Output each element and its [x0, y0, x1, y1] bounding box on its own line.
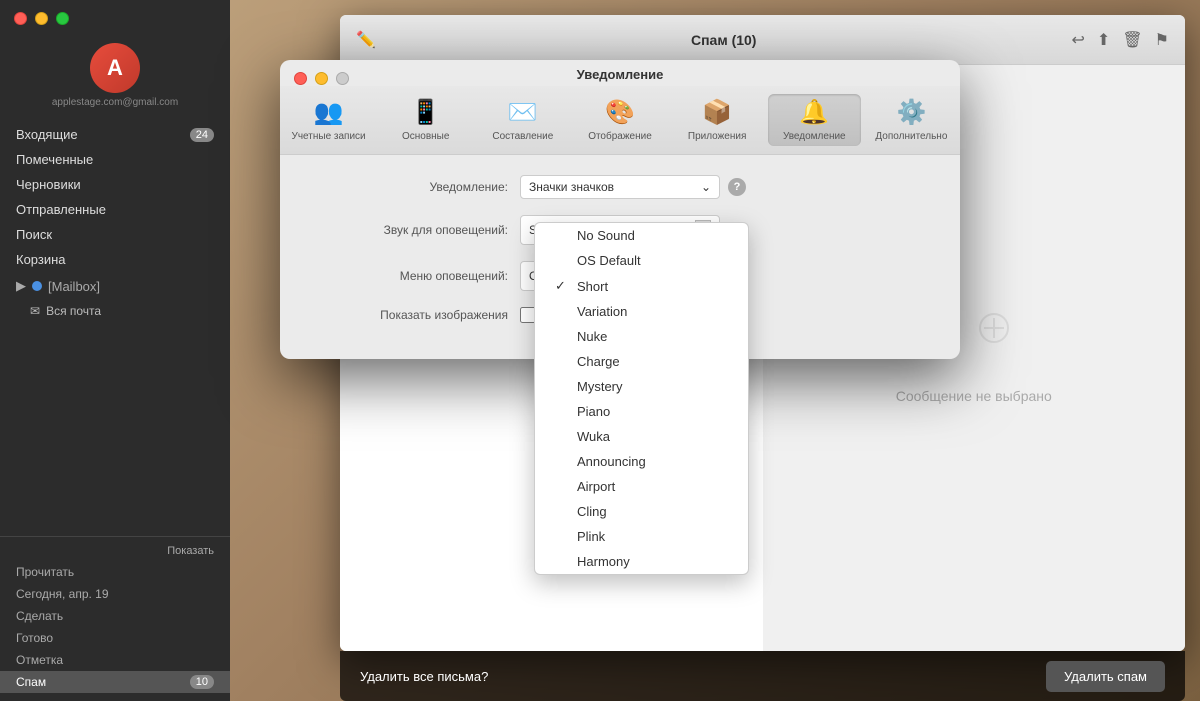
notification-tab-icon: 🔔 — [799, 98, 829, 127]
sound-option-announcing[interactable]: Announcing — [535, 449, 748, 474]
mail-bottom-bar: Удалить все письма? Удалить спам — [340, 651, 1185, 701]
sound-option-os-default[interactable]: OS Default — [535, 248, 748, 273]
sidebar-mailbox[interactable]: ▶ [Mailbox] — [0, 272, 230, 300]
sound-option-nuke[interactable]: Nuke — [535, 324, 748, 349]
sound-option-cling[interactable]: Cling — [535, 499, 748, 524]
maximize-button[interactable] — [56, 12, 69, 25]
dialog-minimize-button[interactable] — [315, 72, 328, 85]
sidebar-traffic-lights — [0, 0, 230, 37]
tab-advanced[interactable]: ⚙️ Дополнительно — [865, 94, 958, 146]
advanced-icon: ⚙️ — [896, 98, 926, 127]
upload-icon[interactable]: ⬆ — [1097, 30, 1110, 50]
sound-option-no-sound[interactable]: No Sound — [535, 223, 748, 248]
mail-window-title: Спам (10) — [691, 32, 757, 48]
show-link[interactable]: Показать — [167, 545, 214, 557]
sidebar-item-drafts[interactable]: Черновики — [0, 172, 230, 197]
dialog-toolbar: 👥 Учетные записи 📱 Основные ✉️ Составлен… — [280, 86, 960, 155]
basic-icon: 📱 — [411, 98, 441, 127]
delete-spam-button[interactable]: Удалить спам — [1046, 661, 1165, 692]
sidebar-item-todo[interactable]: Сделать — [0, 605, 230, 627]
sound-option-wuka[interactable]: Wuka — [535, 424, 748, 449]
delete-all-label: Удалить все письма? — [360, 669, 488, 684]
dialog-close-button[interactable] — [294, 72, 307, 85]
sidebar-item-read[interactable]: Прочитать — [0, 561, 230, 583]
reply-icon[interactable]: ↩ — [1072, 30, 1085, 50]
tab-notification-label: Уведомление — [783, 131, 846, 142]
apps-icon: 📦 — [702, 98, 732, 127]
sidebar-bottom: Показать Прочитать Сегодня, апр. 19 Сдел… — [0, 536, 230, 701]
sidebar: A applestage.com@gmail.com Входящие 24 П… — [0, 0, 230, 701]
flag-icon[interactable]: ⚑ — [1155, 30, 1169, 50]
sound-label: Звук для оповещений: — [320, 223, 520, 237]
sound-option-piano[interactable]: Piano — [535, 399, 748, 424]
sidebar-item-spam[interactable]: Спам 10 — [0, 671, 230, 693]
notification-control: Значки значков ⌄ ? — [520, 175, 920, 199]
tab-notification[interactable]: 🔔 Уведомление — [768, 94, 861, 146]
sidebar-item-sent[interactable]: Отправленные — [0, 197, 230, 222]
notification-row: Уведомление: Значки значков ⌄ ? — [320, 175, 920, 199]
sound-option-variation[interactable]: Variation — [535, 299, 748, 324]
sidebar-nav: Входящие 24 Помеченные Черновики Отправл… — [0, 122, 230, 332]
sound-option-plink[interactable]: Plink — [535, 524, 748, 549]
accounts-icon: 👥 — [314, 98, 344, 127]
notification-select[interactable]: Значки значков ⌄ — [520, 175, 720, 199]
tab-basic-label: Основные — [402, 131, 449, 142]
toolbar-right: ↩ ⬆ 🗑 ⚑ — [1072, 30, 1169, 50]
close-button[interactable] — [14, 12, 27, 25]
notification-label: Уведомление: — [320, 180, 520, 194]
sound-option-short[interactable]: ✓ Short — [535, 273, 748, 299]
sidebar-item-done[interactable]: Готово — [0, 627, 230, 649]
menu-label: Меню оповещений: — [320, 269, 520, 283]
sound-dropdown: No Sound OS Default ✓ Short Variation Nu… — [534, 222, 749, 575]
email-label: applestage.com@gmail.com — [0, 97, 230, 108]
tab-display[interactable]: 🎨 Отображение — [573, 94, 666, 146]
tab-compose-label: Составление — [492, 131, 553, 142]
tab-compose[interactable]: ✉️ Составление — [476, 94, 569, 146]
mailbox-dot — [32, 281, 42, 291]
inbox-badge: 24 — [190, 128, 214, 142]
tab-apps-label: Приложения — [688, 131, 747, 142]
sidebar-item-flagged[interactable]: Помеченные — [0, 147, 230, 172]
tab-basic[interactable]: 📱 Основные — [379, 94, 472, 146]
compose-icon[interactable]: ✏️ — [356, 30, 376, 50]
sound-option-mystery[interactable]: Mystery — [535, 374, 748, 399]
avatar: A — [90, 43, 140, 93]
sidebar-item-today[interactable]: Сегодня, апр. 19 — [0, 583, 230, 605]
sidebar-item-flag[interactable]: Отметка — [0, 649, 230, 671]
images-label: Показать изображения — [320, 308, 520, 322]
sound-option-harmony[interactable]: Harmony — [535, 549, 748, 574]
tab-accounts[interactable]: 👥 Учетные записи — [282, 94, 375, 146]
sidebar-item-trash[interactable]: Корзина — [0, 247, 230, 272]
dialog-maximize-button[interactable] — [336, 72, 349, 85]
compose-tab-icon: ✉️ — [508, 98, 538, 127]
show-row: Показать — [0, 545, 230, 561]
sound-option-charge[interactable]: Charge — [535, 349, 748, 374]
tab-advanced-label: Дополнительно — [875, 131, 947, 142]
sidebar-item-search[interactable]: Поиск — [0, 222, 230, 247]
tab-apps[interactable]: 📦 Приложения — [671, 94, 764, 146]
sidebar-item-inbox[interactable]: Входящие 24 — [0, 122, 230, 147]
notification-help[interactable]: ? — [728, 178, 746, 196]
mail-toolbar: ✏️ Спам (10) ↩ ⬆ 🗑 ⚑ — [340, 15, 1185, 65]
minimize-button[interactable] — [35, 12, 48, 25]
display-icon: 🎨 — [605, 98, 635, 127]
tab-display-label: Отображение — [588, 131, 652, 142]
tab-accounts-label: Учетные записи — [291, 131, 365, 142]
sidebar-all-mail[interactable]: ✉ Вся почта — [0, 300, 230, 322]
dialog-title: Уведомление — [280, 67, 960, 82]
spam-badge: 10 — [190, 675, 214, 689]
toolbar-left: ✏️ — [356, 30, 376, 50]
sound-option-airport[interactable]: Airport — [535, 474, 748, 499]
trash-icon[interactable]: 🗑 — [1122, 30, 1142, 50]
